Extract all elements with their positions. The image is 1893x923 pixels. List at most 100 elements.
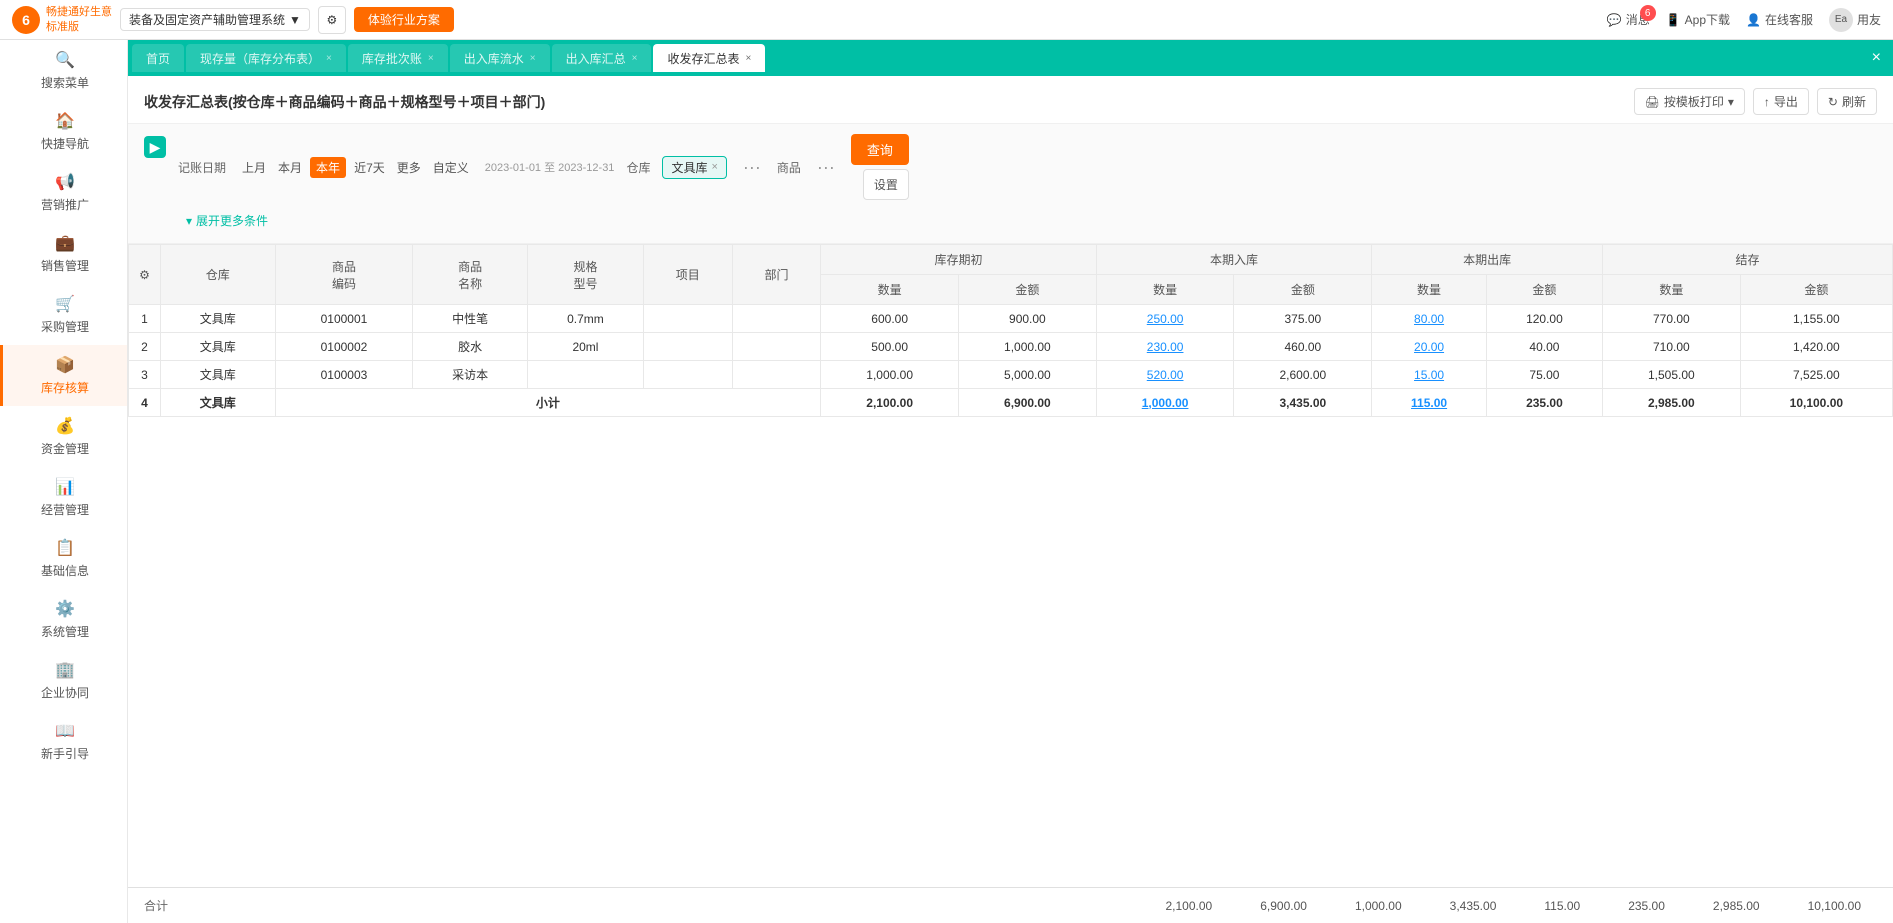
export-button[interactable]: ↑ 导出 xyxy=(1753,88,1809,115)
tab-inventory-dist[interactable]: 现存量（库存分布表） × xyxy=(186,44,346,72)
tab-close-inout-flow[interactable]: × xyxy=(530,53,536,64)
tab-receipt-summary[interactable]: 收发存汇总表 × xyxy=(653,44,765,72)
row1-open-qty: 600.00 xyxy=(821,305,959,333)
logo-icon: 6 xyxy=(12,6,40,34)
sidebar-item-system[interactable]: ⚙️ 系统管理 xyxy=(0,589,127,650)
gear-button[interactable]: ⚙ xyxy=(318,6,346,34)
warehouse-filter-label: 仓库 xyxy=(626,159,650,176)
table-row: 3 文具库 0100003 采访本 1,000.00 5,000.00 520.… xyxy=(129,361,1893,389)
top-bar-left: 6 畅捷通好生意 标准版 装备及固定资产辅助管理系统 ▼ ⚙ 体验行业方案 xyxy=(12,5,454,34)
tab-close-inventory-dist[interactable]: × xyxy=(326,53,332,64)
row3-dept xyxy=(732,361,821,389)
date-btn-this-year[interactable]: 本年 xyxy=(310,157,346,178)
date-btn-custom[interactable]: 自定义 xyxy=(429,157,473,178)
tab-close-inout-summary[interactable]: × xyxy=(632,53,638,64)
sidebar-item-inventory[interactable]: 📦 库存核算 xyxy=(0,345,127,406)
sidebar-item-basic[interactable]: 📋 基础信息 xyxy=(0,528,127,589)
content-area: 首页 现存量（库存分布表） × 库存批次账 × 出入库流水 × 出入库汇总 × … xyxy=(128,40,1893,923)
settings-icon: ⚙️ xyxy=(55,599,75,619)
subtotal-out-amt: 235.00 xyxy=(1486,389,1602,417)
message-item[interactable]: 💬 消息 6 xyxy=(1607,11,1650,28)
sidebar: 🔍 搜索菜单 🏠 快捷导航 📢 营销推广 💼 销售管理 🛒 采购管理 📦 库存核… xyxy=(0,40,128,923)
sidebar-item-finance[interactable]: 💰 资金管理 xyxy=(0,406,127,467)
filter-toggle-button[interactable]: ▶ xyxy=(144,136,166,158)
tab-home[interactable]: 首页 xyxy=(132,44,184,72)
subtotal-in-qty[interactable]: 1,000.00 xyxy=(1096,389,1234,417)
tab-inout-summary[interactable]: 出入库汇总 × xyxy=(552,44,652,72)
sidebar-item-quick[interactable]: 🏠 快捷导航 xyxy=(0,101,127,162)
print-button[interactable]: 🖨 按模板打印 ▾ xyxy=(1634,88,1745,115)
row1-in-qty[interactable]: 250.00 xyxy=(1096,305,1234,333)
date-btn-more[interactable]: 更多 xyxy=(393,157,425,178)
sidebar-item-purchase[interactable]: 🛒 采购管理 xyxy=(0,284,127,345)
row3-project xyxy=(643,361,732,389)
sidebar-item-sales[interactable]: 💼 销售管理 xyxy=(0,223,127,284)
refresh-button[interactable]: ↻ 刷新 xyxy=(1817,88,1877,115)
row2-open-qty: 500.00 xyxy=(821,333,959,361)
total-label: 合计 xyxy=(144,897,168,914)
th-close-qty: 数量 xyxy=(1602,275,1740,305)
filter-body: 记账日期 上月 本月 本年 近7天 更多 自定义 2023-01-01 至 20… xyxy=(178,134,1877,233)
subtotal-out-qty[interactable]: 115.00 xyxy=(1372,389,1487,417)
row2-project xyxy=(643,333,732,361)
row3-in-qty[interactable]: 520.00 xyxy=(1096,361,1234,389)
goods-more-btn[interactable]: ··· xyxy=(813,157,839,178)
sidebar-item-operation[interactable]: 📊 经营管理 xyxy=(0,467,127,528)
th-goods-name: 商品名称 xyxy=(413,245,528,305)
sidebar-item-newbie[interactable]: 📖 新手引导 xyxy=(0,711,127,772)
query-button[interactable]: 查询 xyxy=(851,134,909,165)
date-btn-this-month[interactable]: 本月 xyxy=(274,157,306,178)
briefcase-icon: 💼 xyxy=(55,233,75,253)
tab-batch[interactable]: 库存批次账 × xyxy=(348,44,448,72)
date-btn-last-month[interactable]: 上月 xyxy=(238,157,270,178)
row1-num: 1 xyxy=(129,305,161,333)
row3-name: 采访本 xyxy=(413,361,528,389)
cart-icon: 🛒 xyxy=(55,294,75,314)
top-bar-right: 💬 消息 6 📱 App下载 👤 在线客服 Ea 用友 xyxy=(1607,8,1881,32)
tab-close-batch[interactable]: × xyxy=(428,53,434,64)
goods-filter-label: 商品 xyxy=(777,159,801,176)
tab-close-receipt-summary[interactable]: × xyxy=(745,53,751,64)
total-close-amt: 10,100.00 xyxy=(1808,899,1861,913)
chevron-down-icon: ▾ xyxy=(186,214,192,228)
avatar: Ea xyxy=(1829,8,1853,32)
row3-warehouse: 文具库 xyxy=(161,361,276,389)
date-buttons: 上月 本月 本年 近7天 更多 自定义 xyxy=(238,157,473,178)
online-service-item[interactable]: 👤 在线客服 xyxy=(1746,11,1813,28)
row1-close-amt: 1,155.00 xyxy=(1740,305,1892,333)
row1-close-qty: 770.00 xyxy=(1602,305,1740,333)
row2-open-amt: 1,000.00 xyxy=(959,333,1097,361)
row1-out-qty[interactable]: 80.00 xyxy=(1372,305,1487,333)
sidebar-item-enterprise[interactable]: 🏢 企业协同 xyxy=(0,650,127,711)
experience-button[interactable]: 体验行业方案 xyxy=(354,7,454,32)
warehouse-tag-close[interactable]: × xyxy=(711,161,717,173)
page-title: 收发存汇总表(按仓库＋商品编码＋商品＋规格型号＋项目＋部门) xyxy=(144,92,545,112)
refresh-icon: ↻ xyxy=(1828,95,1838,109)
tab-bar-close[interactable]: × xyxy=(1864,49,1889,67)
page-content: 收发存汇总表(按仓库＋商品编码＋商品＋规格型号＋项目＋部门) 🖨 按模板打印 ▾… xyxy=(128,76,1893,887)
filter-settings-button[interactable]: 设置 xyxy=(863,169,909,200)
warehouse-more-btn[interactable]: ··· xyxy=(739,157,765,178)
user-item[interactable]: Ea 用友 xyxy=(1829,8,1881,32)
th-close-amt: 金额 xyxy=(1740,275,1892,305)
table-gear-col[interactable]: ⚙ xyxy=(129,245,161,305)
sidebar-item-marketing[interactable]: 📢 营销推广 xyxy=(0,162,127,223)
chart-icon: 📊 xyxy=(55,477,75,497)
expand-conditions-button[interactable]: ▾ 展开更多条件 xyxy=(178,208,276,233)
top-bar: 6 畅捷通好生意 标准版 装备及固定资产辅助管理系统 ▼ ⚙ 体验行业方案 💬 … xyxy=(0,0,1893,40)
app-download-item[interactable]: 📱 App下载 xyxy=(1666,11,1730,28)
tab-bar: 首页 现存量（库存分布表） × 库存批次账 × 出入库流水 × 出入库汇总 × … xyxy=(128,40,1893,76)
logo-area: 6 畅捷通好生意 标准版 xyxy=(12,5,112,34)
row1-project xyxy=(643,305,732,333)
total-in-amt: 3,435.00 xyxy=(1450,899,1497,913)
total-open-qty: 2,100.00 xyxy=(1166,899,1213,913)
row2-out-qty[interactable]: 20.00 xyxy=(1372,333,1487,361)
row1-dept xyxy=(732,305,821,333)
row3-out-qty[interactable]: 15.00 xyxy=(1372,361,1487,389)
page-header: 收发存汇总表(按仓库＋商品编码＋商品＋规格型号＋项目＋部门) 🖨 按模板打印 ▾… xyxy=(128,76,1893,124)
date-btn-last-7[interactable]: 近7天 xyxy=(350,157,389,178)
tab-inout-flow[interactable]: 出入库流水 × xyxy=(450,44,550,72)
row2-in-qty[interactable]: 230.00 xyxy=(1096,333,1234,361)
sidebar-item-search[interactable]: 🔍 搜索菜单 xyxy=(0,40,127,101)
system-select[interactable]: 装备及固定资产辅助管理系统 ▼ xyxy=(120,8,310,31)
